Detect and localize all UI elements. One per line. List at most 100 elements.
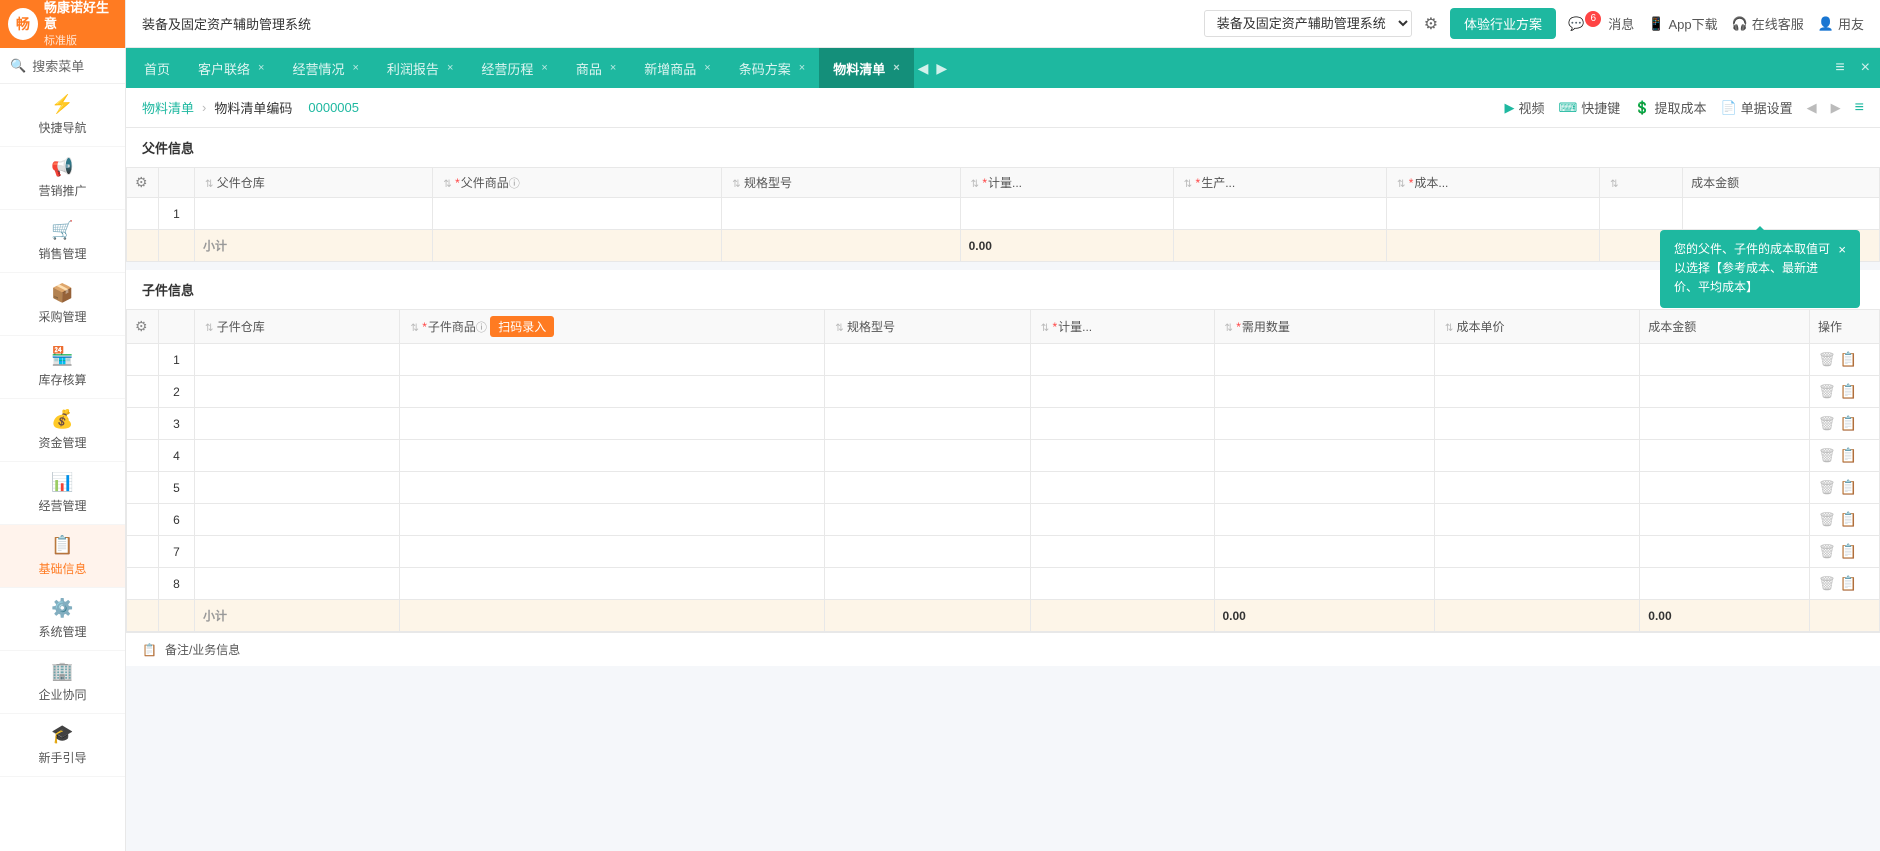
child-row1-spec[interactable] (825, 344, 1030, 376)
online-service-btn[interactable]: 🎧 在线客服 (1732, 14, 1804, 33)
operations-icon: 📊 (51, 472, 73, 493)
parent-col-num (159, 168, 195, 198)
breadcrumb-bar: 物料清单 › 物料清单编码 0000005 ▶ 视频 ⌨ 快捷键 💲 提取成本 (126, 88, 1880, 128)
delete-btn[interactable]: 🗑 (1818, 511, 1836, 527)
tab-bom[interactable]: 物料清单× (819, 48, 913, 88)
parent-row-unit[interactable] (960, 198, 1173, 230)
copy-btn[interactable]: 📋 (1840, 479, 1857, 495)
child-col-cost-unit: ⇅ 成本单价 (1434, 310, 1639, 344)
parent-row-cost-amount (1683, 198, 1880, 230)
child-subtotal-label: 小计 (203, 609, 227, 623)
tab-close-history[interactable]: × (541, 62, 547, 74)
tab-close-goods[interactable]: × (610, 62, 616, 74)
sidebar-item-finance[interactable]: 💰 资金管理 (0, 399, 125, 462)
nav-next-arrow[interactable]: ▶ (932, 60, 951, 77)
child-row2-spec[interactable] (825, 376, 1030, 408)
delete-btn[interactable]: 🗑 (1818, 575, 1836, 591)
child-section-title: 子件信息 (126, 270, 1880, 309)
tab-new-goods[interactable]: 新增商品× (630, 48, 724, 88)
tab-menu-btn[interactable]: ≡ (1825, 59, 1854, 77)
copy-btn[interactable]: 📋 (1840, 447, 1857, 463)
extract-cost-btn[interactable]: 💲 提取成本 (1634, 98, 1706, 117)
content-area: 物料清单 › 物料清单编码 0000005 ▶ 视频 ⌨ 快捷键 💲 提取成本 (126, 88, 1880, 851)
parent-row-warehouse[interactable] (195, 198, 433, 230)
tab-close-barcode[interactable]: × (799, 62, 805, 74)
copy-btn[interactable]: 📋 (1840, 543, 1857, 559)
delete-btn[interactable]: 🗑 (1818, 415, 1836, 431)
copy-btn[interactable]: 📋 (1840, 575, 1857, 591)
delete-btn[interactable]: 🗑 (1818, 543, 1836, 559)
sidebar-item-inventory[interactable]: 🏪 库存核算 (0, 336, 125, 399)
sidebar-item-label: 采购管理 (38, 308, 86, 325)
app-download-btn[interactable]: 📱 App下载 (1648, 14, 1717, 33)
nav-prev-arrow[interactable]: ◀ (914, 60, 933, 77)
close-all-btn[interactable]: × (1855, 59, 1876, 77)
sidebar-item-enterprise[interactable]: 🏢 企业协同 (0, 651, 125, 714)
grid-view-btn[interactable]: ≡ (1855, 99, 1864, 117)
user-btn[interactable]: 👤 用友 (1818, 14, 1864, 33)
child-row1-unit[interactable] (1030, 344, 1214, 376)
shortcut-btn[interactable]: ⌨ 快捷键 (1558, 98, 1620, 117)
tab-close-profit[interactable]: × (447, 62, 453, 74)
copy-btn[interactable]: 📋 (1840, 415, 1857, 431)
search-menu[interactable]: 🔍 搜索菜单 (0, 48, 125, 84)
single-settings-btn[interactable]: 📄 单据设置 (1720, 98, 1792, 117)
scan-btn[interactable]: 扫码录入 (490, 316, 554, 337)
delete-btn[interactable]: 🗑 (1818, 479, 1836, 495)
sidebar-item-marketing[interactable]: 📢 营销推广 (0, 147, 125, 210)
experience-btn[interactable]: 体验行业方案 (1450, 8, 1556, 39)
logo-text: 畅康诺好生意 (44, 0, 117, 31)
copy-btn[interactable]: 📋 (1840, 351, 1857, 367)
tab-barcode[interactable]: 条码方案× (725, 48, 819, 88)
child-row2-cost-unit[interactable] (1434, 376, 1639, 408)
parent-row-production[interactable] (1173, 198, 1386, 230)
delete-btn[interactable]: 🗑 (1818, 383, 1836, 399)
nav-back-arrow[interactable]: ◀ (1807, 100, 1817, 116)
copy-btn[interactable]: 📋 (1840, 383, 1857, 399)
message-btn[interactable]: 💬 6 消息 (1568, 14, 1634, 33)
copy-btn[interactable]: 📋 (1840, 511, 1857, 527)
sidebar-item-sales[interactable]: 🛒 销售管理 (0, 210, 125, 273)
tab-home[interactable]: 首页 (130, 48, 184, 88)
child-row2-goods[interactable] (400, 376, 825, 408)
sidebar-item-basics[interactable]: 📋 基础信息 (0, 525, 125, 588)
gear-icon-child[interactable]: ⚙ (135, 318, 148, 334)
tab-goods[interactable]: 商品× (562, 48, 630, 88)
tab-history[interactable]: 经营历程× (467, 48, 561, 88)
tab-customers[interactable]: 客户联络× (184, 48, 278, 88)
settings-icon[interactable]: ⚙ (1424, 14, 1438, 34)
child-row2-warehouse[interactable] (195, 376, 400, 408)
parent-row-spec[interactable] (722, 198, 960, 230)
sidebar-item-label: 营销推广 (38, 182, 86, 199)
child-row2-qty[interactable] (1214, 376, 1434, 408)
tab-close-customers[interactable]: × (258, 62, 264, 74)
sidebar-item-system[interactable]: ⚙️ 系统管理 (0, 588, 125, 651)
child-row1-goods[interactable] (400, 344, 825, 376)
sidebar-item-purchase[interactable]: 📦 采购管理 (0, 273, 125, 336)
tab-close-bom[interactable]: × (893, 62, 899, 74)
delete-btn[interactable]: 🗑 (1818, 351, 1836, 367)
breadcrumb-parent[interactable]: 物料清单 (142, 98, 194, 117)
sidebar-item-operations[interactable]: 📊 经营管理 (0, 462, 125, 525)
sidebar-item-quick-nav[interactable]: ⚡ 快捷导航 (0, 84, 125, 147)
nav-tabs: 首页 客户联络× 经营情况× 利润报告× 经营历程× 商品× 新增商品× 条码方… (126, 48, 1880, 88)
gear-icon[interactable]: ⚙ (135, 174, 148, 190)
nav-forward-arrow[interactable]: ▶ (1831, 100, 1841, 116)
tab-close-new-goods[interactable]: × (704, 62, 710, 74)
child-row1-warehouse[interactable] (195, 344, 400, 376)
tab-operations[interactable]: 经营情况× (278, 48, 372, 88)
view-video-btn[interactable]: ▶ 视频 (1504, 98, 1544, 117)
tab-close-operations[interactable]: × (352, 62, 358, 74)
parent-row-goods[interactable] (433, 198, 722, 230)
system-selector[interactable]: 装备及固定资产辅助管理系统 (1204, 10, 1412, 37)
tooltip-close-btn[interactable]: × (1838, 240, 1846, 261)
tab-profit[interactable]: 利润报告× (373, 48, 467, 88)
parent-row-cost[interactable] (1386, 198, 1599, 230)
parent-section: 父件信息 ⚙ ⇅ 父件仓库 ⇅ *父件商品ⓘ ⇅ 规格型号 ⇅ *计量... (126, 128, 1880, 262)
child-row1-qty[interactable] (1214, 344, 1434, 376)
sidebar-item-guide[interactable]: 🎓 新手引导 (0, 714, 125, 777)
delete-btn[interactable]: 🗑 (1818, 447, 1836, 463)
child-row1-cost-unit[interactable] (1434, 344, 1639, 376)
parent-row-extra[interactable] (1600, 198, 1683, 230)
child-row2-unit[interactable] (1030, 376, 1214, 408)
